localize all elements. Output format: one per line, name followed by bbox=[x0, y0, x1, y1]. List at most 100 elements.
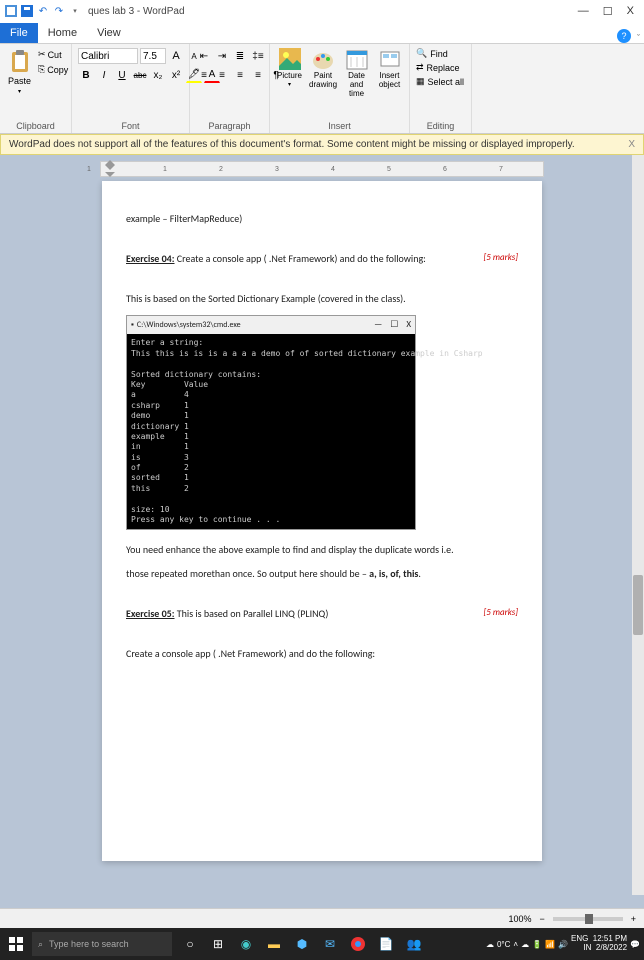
app-icon bbox=[4, 4, 18, 18]
tray-clock[interactable]: ENG 12:51 PM IN 2/8/2022 bbox=[571, 935, 627, 953]
insert-paint-button[interactable]: Paint drawing bbox=[309, 48, 337, 89]
doc-text: example – FilterMapReduce) bbox=[126, 211, 518, 227]
font-size-select[interactable] bbox=[140, 48, 166, 64]
doc-text: Exercise 05: This is based on Parallel L… bbox=[126, 606, 518, 622]
underline-button[interactable]: U bbox=[114, 67, 130, 83]
align-left-button[interactable]: ≡ bbox=[196, 67, 212, 83]
explorer-icon[interactable]: ▬ bbox=[262, 932, 286, 956]
console-max-icon: ☐ bbox=[390, 318, 398, 332]
indent-marker-icon[interactable] bbox=[105, 160, 115, 178]
wordpad-icon[interactable]: 📄 bbox=[374, 932, 398, 956]
insert-picture-button[interactable]: Picture▾ bbox=[276, 48, 303, 88]
store-icon[interactable]: ⬢ bbox=[290, 932, 314, 956]
minimize-button[interactable]: — bbox=[578, 5, 589, 17]
taskbar: ⌕ Type here to search ○ ⊞ ◉ ▬ ⬢ ✉ 📄 👥 ☁ … bbox=[0, 928, 644, 960]
binoculars-icon: 🔍 bbox=[416, 48, 427, 59]
warning-text: WordPad does not support all of the feat… bbox=[9, 139, 575, 150]
copy-icon: ⎘ bbox=[38, 64, 45, 75]
doc-text: Exercise 04: Create a console app ( .Net… bbox=[126, 251, 518, 267]
select-all-icon: ▦ bbox=[416, 76, 425, 87]
temp-text[interactable]: 0°C bbox=[497, 940, 510, 949]
qat-dropdown-icon[interactable]: ▾ bbox=[68, 4, 82, 18]
replace-button[interactable]: ⇄Replace bbox=[416, 62, 464, 73]
inc-indent-button[interactable]: ⇥ bbox=[214, 48, 230, 64]
weather-icon[interactable]: ☁ bbox=[486, 940, 494, 949]
cmd-icon: ▪ bbox=[131, 319, 134, 332]
copy-button[interactable]: ⎘Copy bbox=[37, 63, 69, 76]
editing-group-label: Editing bbox=[416, 119, 465, 131]
window-title: ques lab 3 - WordPad bbox=[88, 6, 185, 17]
grow-font-button[interactable]: A bbox=[168, 48, 184, 64]
font-name-select[interactable] bbox=[78, 48, 138, 64]
doc-text: Create a console app ( .Net Framework) a… bbox=[126, 646, 518, 662]
justify-button[interactable]: ≡ bbox=[250, 67, 266, 83]
dec-indent-button[interactable]: ⇤ bbox=[196, 48, 212, 64]
console-output: Enter a string: This this is is is a a a… bbox=[127, 334, 415, 529]
taskbar-search[interactable]: ⌕ Type here to search bbox=[32, 932, 172, 956]
font-group-label: Font bbox=[78, 119, 183, 131]
doc-text: This is based on the Sorted Dictionary E… bbox=[126, 291, 518, 307]
select-all-button[interactable]: ▦Select all bbox=[416, 76, 464, 87]
mail-icon[interactable]: ✉ bbox=[318, 932, 342, 956]
zoom-in-button[interactable]: + bbox=[631, 914, 636, 924]
onedrive-icon[interactable]: ☁ bbox=[521, 940, 529, 949]
zoom-slider[interactable] bbox=[553, 917, 623, 921]
superscript-button[interactable]: x² bbox=[168, 67, 184, 83]
chrome-icon[interactable] bbox=[346, 932, 370, 956]
document-page[interactable]: example – FilterMapReduce) Exercise 04: … bbox=[102, 181, 542, 861]
titlebar: ↶ ↷ ▾ ques lab 3 - WordPad — ☐ X bbox=[0, 0, 644, 22]
paragraph-group-label: Paragraph bbox=[196, 119, 263, 131]
search-placeholder: Type here to search bbox=[49, 939, 129, 949]
cut-button[interactable]: ✂Cut bbox=[37, 48, 69, 61]
find-button[interactable]: 🔍Find bbox=[416, 48, 464, 59]
collapse-ribbon-icon[interactable]: ˇ bbox=[637, 33, 640, 43]
bullets-button[interactable]: ≣ bbox=[232, 48, 248, 64]
line-spacing-button[interactable]: ‡≡ bbox=[250, 48, 266, 64]
redo-icon[interactable]: ↷ bbox=[52, 4, 66, 18]
insert-datetime-button[interactable]: Date and time bbox=[343, 48, 370, 98]
document-area: 1 1 2 3 4 5 6 7 example – FilterMapReduc… bbox=[0, 155, 644, 895]
strike-button[interactable]: abc bbox=[132, 67, 148, 83]
ribbon-tabs: File Home View ? ˇ bbox=[0, 22, 644, 44]
clipboard-group-label: Clipboard bbox=[6, 119, 65, 131]
console-min-icon: — bbox=[374, 318, 382, 332]
maximize-button[interactable]: ☐ bbox=[603, 5, 613, 18]
doc-text: those repeated morethan once. So output … bbox=[126, 566, 518, 582]
bold-button[interactable]: B bbox=[78, 67, 94, 83]
save-icon[interactable] bbox=[20, 4, 34, 18]
ruler[interactable]: 1 1 2 3 4 5 6 7 bbox=[100, 161, 544, 177]
zoom-level: 100% bbox=[508, 914, 531, 924]
italic-button[interactable]: I bbox=[96, 67, 112, 83]
undo-icon[interactable]: ↶ bbox=[36, 4, 50, 18]
start-button[interactable] bbox=[0, 928, 32, 960]
zoom-out-button[interactable]: − bbox=[539, 914, 544, 924]
console-screenshot: ▪ C:\Windows\system32\cmd.exe — ☐ X Ente… bbox=[126, 315, 416, 530]
cortana-icon[interactable]: ○ bbox=[178, 932, 202, 956]
edge-icon[interactable]: ◉ bbox=[234, 932, 258, 956]
tab-file[interactable]: File bbox=[0, 23, 38, 43]
subscript-button[interactable]: x₂ bbox=[150, 67, 166, 83]
volume-icon[interactable]: 🔊 bbox=[558, 940, 568, 949]
tab-view[interactable]: View bbox=[87, 23, 131, 43]
ribbon: Paste ▾ ✂Cut ⎘Copy Clipboard A A B I bbox=[0, 44, 644, 134]
vertical-scrollbar[interactable] bbox=[632, 155, 644, 895]
task-view-icon[interactable]: ⊞ bbox=[206, 932, 230, 956]
scroll-thumb[interactable] bbox=[633, 575, 643, 635]
help-icon[interactable]: ? bbox=[617, 29, 631, 43]
close-button[interactable]: X bbox=[627, 5, 634, 17]
notifications-icon[interactable]: 💬 bbox=[630, 940, 640, 949]
align-right-button[interactable]: ≡ bbox=[232, 67, 248, 83]
doc-text: You need enhance the above example to fi… bbox=[126, 542, 518, 558]
insert-object-button[interactable]: Insert object bbox=[376, 48, 403, 89]
warning-close-button[interactable]: X bbox=[628, 139, 635, 150]
battery-icon[interactable]: 🔋 bbox=[532, 940, 542, 949]
tray-chevron-icon[interactable]: ˄ bbox=[513, 940, 518, 949]
teams-icon[interactable]: 👥 bbox=[402, 932, 426, 956]
status-bar: 100% − + bbox=[0, 908, 644, 928]
align-center-button[interactable]: ≡ bbox=[214, 67, 230, 83]
paste-button[interactable]: Paste ▾ bbox=[6, 48, 33, 97]
wifi-icon[interactable]: 📶 bbox=[545, 940, 555, 949]
tab-home[interactable]: Home bbox=[38, 23, 87, 43]
console-title-text: C:\Windows\system32\cmd.exe bbox=[137, 319, 241, 332]
console-close-icon: X bbox=[406, 318, 411, 332]
